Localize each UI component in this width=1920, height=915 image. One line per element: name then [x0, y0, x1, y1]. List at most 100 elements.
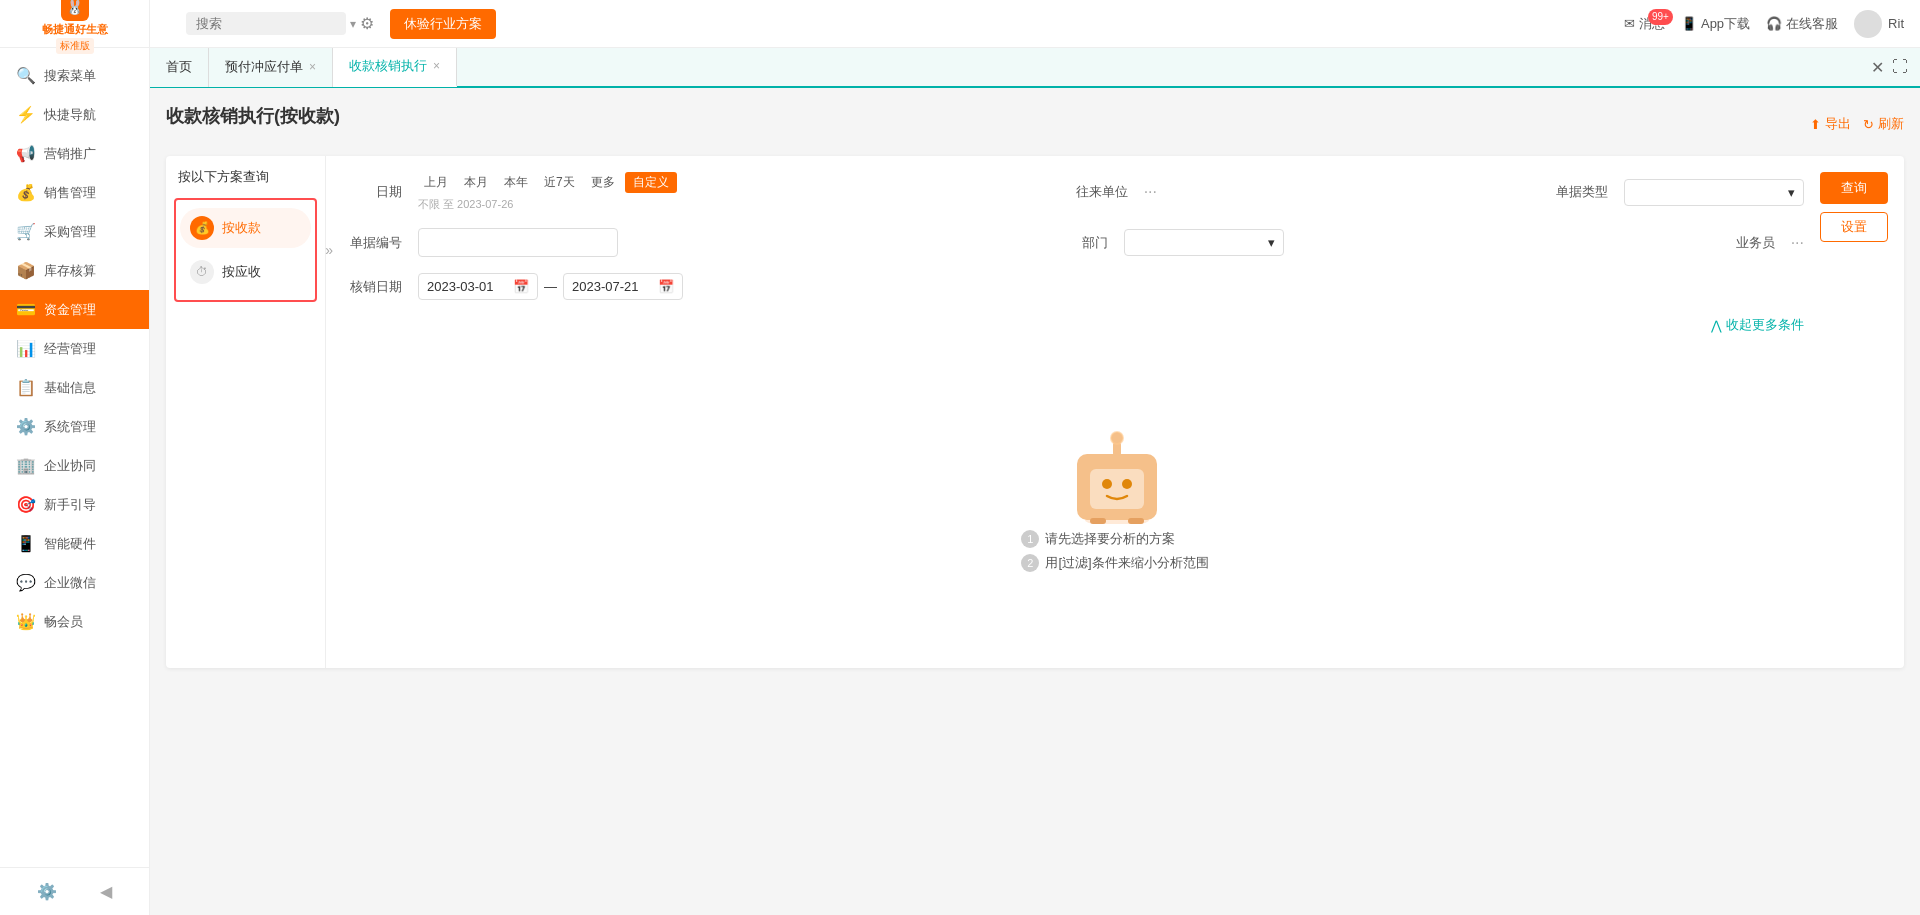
avatar [1854, 10, 1882, 38]
tab-writeoff-close[interactable]: × [433, 59, 440, 73]
collapse-more-btn[interactable]: ⋀ 收起更多条件 [342, 316, 1804, 334]
svg-rect-8 [1128, 518, 1144, 524]
online-service-item[interactable]: 🎧 在线客服 [1766, 15, 1838, 33]
empty-hint: 1 请先选择要分析的方案 2 用[过滤]条件来缩小分析范围 [1021, 530, 1208, 572]
query-row-2: 单据编号 部门 ▾ 业务员 ··· [342, 228, 1804, 257]
collapse-sidebar-icon[interactable]: ◀ [100, 882, 112, 901]
settings-bottom-icon[interactable]: ⚙️ [37, 882, 57, 901]
sidebar-bottom: ⚙️ ◀ [0, 867, 149, 915]
sidebar-item-basicinfo[interactable]: 📋 基础信息 [0, 368, 149, 407]
main-content: 收款核销执行(按收款) ⬆ 导出 ↻ 刷新 按以下方案查询 💰 按收款 [150, 88, 1920, 915]
sidebar-item-enterprise[interactable]: 🏢 企业协同 [0, 446, 149, 485]
date-tab-custom[interactable]: 自定义 [625, 172, 677, 193]
by-receivable-label: 按应收 [222, 263, 261, 281]
panel-collapse-arrow[interactable]: » [325, 242, 333, 258]
filter-panel: 按以下方案查询 💰 按收款 ⏱ 按应收 » [166, 156, 326, 668]
counterparty-select-btn[interactable]: ··· [1144, 183, 1157, 201]
dept-select[interactable]: ▾ [1124, 229, 1284, 256]
sidebar-item-label-marketing: 营销推广 [44, 145, 96, 163]
date-tab-thismonth[interactable]: 本月 [458, 172, 494, 193]
search-dropdown-icon[interactable]: ▾ [350, 17, 356, 31]
sidebar-nav: 🔍 搜索菜单 ⚡ 快捷导航 📢 营销推广 💰 销售管理 🛒 采购管理 📦 库存核… [0, 48, 149, 867]
query-row-3: 核销日期 2023-03-01 📅 — 2023-07-21 📅 [342, 273, 1804, 300]
top-bar: ▾ ⚙ 休验行业方案 ✉ 消息 99+ 📱 App下载 🎧 在线客服 Rit [150, 0, 1920, 48]
query-btn[interactable]: 查询 [1820, 172, 1888, 204]
counterparty-label: 往来单位 [1068, 183, 1128, 201]
date-tab-lastmonth[interactable]: 上月 [418, 172, 454, 193]
user-area[interactable]: Rit [1854, 10, 1904, 38]
sidebar-item-label-enterprise: 企业协同 [44, 457, 96, 475]
sidebar-item-label-search: 搜索菜单 [44, 67, 96, 85]
sidebar-item-label-finance: 资金管理 [44, 301, 96, 319]
staff-select-btn[interactable]: ··· [1791, 234, 1804, 252]
sidebar-item-label-quicknav: 快捷导航 [44, 106, 96, 124]
top-search-input[interactable] [186, 12, 346, 35]
app-download-item[interactable]: 📱 App下载 [1681, 15, 1750, 33]
refresh-label: 刷新 [1878, 115, 1904, 133]
operations-icon: 📊 [16, 339, 36, 358]
headset-icon: 🎧 [1766, 16, 1782, 31]
svg-rect-7 [1090, 518, 1106, 524]
by-receipt-icon: 💰 [190, 216, 214, 240]
hint-row-1: 1 请先选择要分析的方案 [1021, 530, 1208, 548]
hint-num-1: 1 [1021, 530, 1039, 548]
doctype-select[interactable]: ▾ [1624, 179, 1804, 206]
sidebar-item-label-sales: 销售管理 [44, 184, 96, 202]
tab-writeoff[interactable]: 收款核销执行 × [333, 47, 457, 87]
sales-icon: 💰 [16, 183, 36, 202]
sidebar-item-operations[interactable]: 📊 经营管理 [0, 329, 149, 368]
sidebar-item-label-member: 畅会员 [44, 613, 83, 631]
sidebar-item-guide[interactable]: 🎯 新手引导 [0, 485, 149, 524]
tab-prepay[interactable]: 预付冲应付单 × [209, 47, 333, 87]
refresh-btn[interactable]: ↻ 刷新 [1863, 115, 1904, 133]
export-btn[interactable]: ⬆ 导出 [1810, 115, 1851, 133]
date-tab-7days[interactable]: 近7天 [538, 172, 581, 193]
brand-name: 畅捷通好生意 [42, 23, 108, 35]
message-icon: ✉ [1624, 16, 1635, 31]
sidebar-item-hardware[interactable]: 📱 智能硬件 [0, 524, 149, 563]
writeoff-date-start-input[interactable]: 2023-03-01 📅 [418, 273, 538, 300]
date-tab-more[interactable]: 更多 [585, 172, 621, 193]
tab-close-window-icon[interactable]: ✕ [1871, 58, 1884, 77]
sidebar-item-finance[interactable]: 💳 资金管理 [0, 290, 149, 329]
sidebar-item-member[interactable]: 👑 畅会员 [0, 602, 149, 641]
content-area: 按以下方案查询 💰 按收款 ⏱ 按应收 » 日期 [166, 156, 1904, 668]
sidebar-item-sales[interactable]: 💰 销售管理 [0, 173, 149, 212]
sidebar-item-system[interactable]: ⚙️ 系统管理 [0, 407, 149, 446]
docno-input[interactable] [418, 228, 618, 257]
member-icon: 👑 [16, 612, 36, 631]
refresh-icon: ↻ [1863, 117, 1874, 132]
app-download-label: App下载 [1701, 15, 1750, 33]
sidebar-item-label-purchase: 采购管理 [44, 223, 96, 241]
tab-bar: 首页 预付冲应付单 × 收款核销执行 × ✕ ⛶ [150, 48, 1920, 88]
page-title: 收款核销执行(按收款) [166, 104, 340, 128]
date-tab-thisyear[interactable]: 本年 [498, 172, 534, 193]
holiday-btn[interactable]: 休验行业方案 [390, 9, 496, 39]
sidebar-item-inventory[interactable]: 📦 库存核算 [0, 251, 149, 290]
tab-expand-icon[interactable]: ⛶ [1892, 58, 1908, 76]
tab-writeoff-label: 收款核销执行 [349, 57, 427, 75]
sidebar-item-wechat[interactable]: 💬 企业微信 [0, 563, 149, 602]
writeoff-date-end-input[interactable]: 2023-07-21 📅 [563, 273, 683, 300]
hint-row-2: 2 用[过滤]条件来缩小分析范围 [1021, 554, 1208, 572]
tab-prepay-close[interactable]: × [309, 60, 316, 74]
staff-label: 业务员 [1715, 234, 1775, 252]
export-icon: ⬆ [1810, 117, 1821, 132]
tab-home[interactable]: 首页 [150, 47, 209, 87]
settings-icon[interactable]: ⚙ [360, 14, 374, 33]
writeoff-date-start-value: 2023-03-01 [427, 279, 494, 294]
settings-btn[interactable]: 设置 [1820, 212, 1888, 242]
sidebar-item-search[interactable]: 🔍 搜索菜单 [0, 56, 149, 95]
sidebar-item-quicknav[interactable]: ⚡ 快捷导航 [0, 95, 149, 134]
sidebar-item-purchase[interactable]: 🛒 采购管理 [0, 212, 149, 251]
dept-chevron-icon: ▾ [1268, 235, 1275, 250]
sidebar-item-marketing[interactable]: 📢 营销推广 [0, 134, 149, 173]
doctype-label: 单据类型 [1548, 183, 1608, 201]
wechat-icon: 💬 [16, 573, 36, 592]
filter-option-by-receivable[interactable]: ⏱ 按应收 [180, 252, 311, 292]
message-item[interactable]: ✉ 消息 99+ [1624, 15, 1665, 33]
message-badge: 99+ [1648, 9, 1673, 25]
date-range: 2023-03-01 📅 — 2023-07-21 📅 [418, 273, 683, 300]
date-range-separator: — [544, 279, 557, 294]
filter-option-by-receipt[interactable]: 💰 按收款 [180, 208, 311, 248]
